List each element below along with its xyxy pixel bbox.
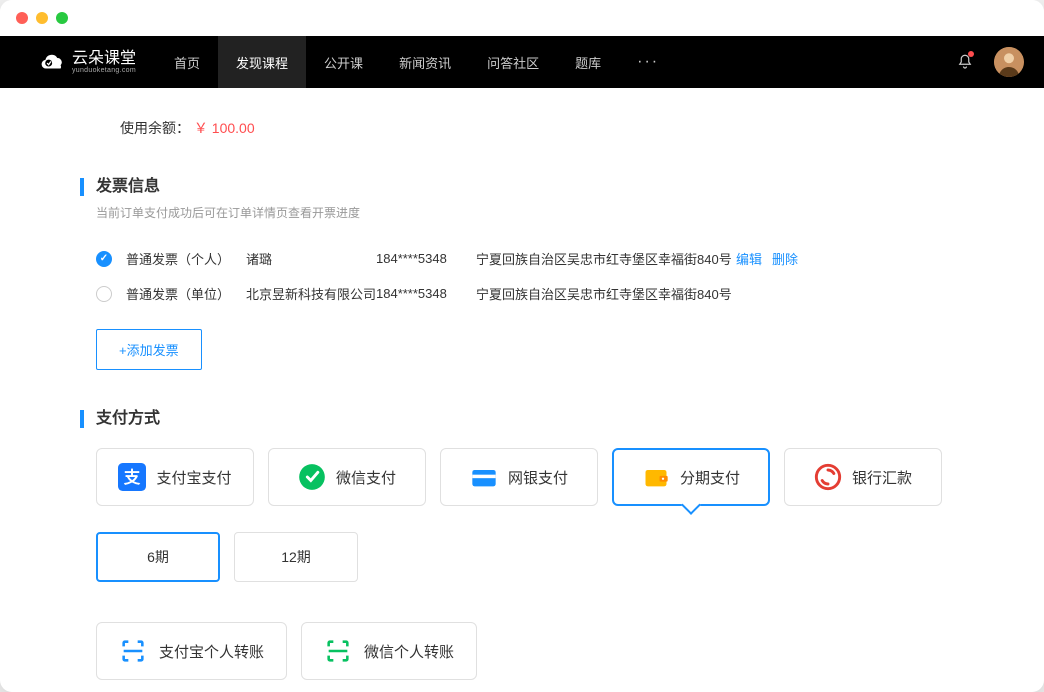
- personal-transfers: 支付宝个人转账 微信个人转账: [80, 622, 964, 680]
- section-invoice-title: 发票信息: [80, 178, 964, 196]
- navbar: 云朵课堂 yunduoketang.com 首页 发现课程 公开课 新闻资讯 问…: [0, 36, 1044, 88]
- invoice-actions: 编辑 删除: [736, 249, 798, 268]
- period-12[interactable]: 12期: [234, 532, 358, 582]
- invoice-row-company: 普通发票（单位） 北京昱新科技有限公司 184****5348 宁夏回族自治区吴…: [80, 276, 964, 311]
- invoice-name: 诸璐: [246, 249, 376, 268]
- invoice-radio[interactable]: [96, 251, 112, 267]
- nav-more-icon[interactable]: ···: [619, 36, 677, 88]
- section-payment-title: 支付方式: [80, 410, 964, 428]
- nav-item-discover[interactable]: 发现课程: [218, 36, 306, 88]
- nav-item-qa[interactable]: 问答社区: [469, 36, 557, 88]
- add-invoice-button[interactable]: +添加发票: [96, 329, 202, 370]
- transfer-alipay[interactable]: 支付宝个人转账: [96, 622, 287, 680]
- invoice-type: 普通发票（个人）: [126, 249, 246, 268]
- logo[interactable]: 云朵课堂 yunduoketang.com: [40, 49, 136, 75]
- remit-icon: [814, 463, 842, 491]
- pay-label: 银行汇款: [852, 467, 912, 488]
- app-window: 云朵课堂 yunduoketang.com 首页 发现课程 公开课 新闻资讯 问…: [0, 0, 1044, 692]
- transfer-label: 支付宝个人转账: [159, 641, 264, 662]
- invoice-row-personal: 普通发票（个人） 诸璐 184****5348 宁夏回族自治区吴忠市红寺堡区幸福…: [80, 241, 964, 276]
- wallet-icon: [642, 463, 670, 491]
- pay-transfer[interactable]: 银行汇款: [784, 448, 942, 506]
- cloud-logo-icon: [40, 49, 66, 75]
- invoice-phone: 184****5348: [376, 251, 476, 266]
- bell-icon[interactable]: [956, 53, 974, 71]
- section-invoice-sub: 当前订单支付成功后可在订单详情页查看开票进度: [80, 204, 964, 221]
- nav-items: 首页 发现课程 公开课 新闻资讯 问答社区 题库 ···: [156, 36, 677, 88]
- nav-item-home[interactable]: 首页: [156, 36, 218, 88]
- invoice-radio[interactable]: [96, 286, 112, 302]
- balance-label: 使用余额：: [120, 120, 190, 136]
- svg-text:支: 支: [123, 468, 141, 487]
- titlebar: [0, 0, 1044, 36]
- payment-methods: 支 支付宝支付 微信支付 网银支付: [80, 448, 964, 506]
- invoice-name: 北京昱新科技有限公司: [246, 284, 376, 303]
- pay-label: 微信支付: [336, 467, 396, 488]
- pay-bank[interactable]: 网银支付: [440, 448, 598, 506]
- pay-label: 支付宝支付: [156, 467, 231, 488]
- avatar[interactable]: [994, 47, 1024, 77]
- nav-item-bank[interactable]: 题库: [557, 36, 619, 88]
- window-close-icon[interactable]: [16, 12, 28, 24]
- window-minimize-icon[interactable]: [36, 12, 48, 24]
- pay-alipay[interactable]: 支 支付宝支付: [96, 448, 254, 506]
- invoice-phone: 184****5348: [376, 286, 476, 301]
- balance-row: 使用余额： ￥ 100.00: [80, 108, 964, 148]
- wechat-icon: [298, 463, 326, 491]
- logo-sub: yunduoketang.com: [72, 67, 136, 74]
- pay-installment[interactable]: 分期支付: [612, 448, 770, 506]
- invoice-addr: 宁夏回族自治区吴忠市红寺堡区幸福街840号: [476, 284, 736, 303]
- invoice-addr: 宁夏回族自治区吴忠市红寺堡区幸福街840号: [476, 249, 736, 268]
- scan-green-icon: [324, 637, 352, 665]
- alipay-icon: 支: [118, 463, 146, 491]
- period-6[interactable]: 6期: [96, 532, 220, 582]
- window-maximize-icon[interactable]: [56, 12, 68, 24]
- nav-item-open[interactable]: 公开课: [306, 36, 381, 88]
- transfer-wechat[interactable]: 微信个人转账: [301, 622, 477, 680]
- logo-text: 云朵课堂: [72, 51, 136, 67]
- nav-item-news[interactable]: 新闻资讯: [381, 36, 469, 88]
- balance-value: ￥ 100.00: [194, 120, 255, 136]
- pay-wechat[interactable]: 微信支付: [268, 448, 426, 506]
- content: 使用余额： ￥ 100.00 发票信息 当前订单支付成功后可在订单详情页查看开票…: [0, 88, 1044, 692]
- pay-label: 分期支付: [680, 467, 740, 488]
- invoice-edit-link[interactable]: 编辑: [736, 249, 762, 268]
- invoice-type: 普通发票（单位）: [126, 284, 246, 303]
- scan-blue-icon: [119, 637, 147, 665]
- installment-periods: 6期 12期: [80, 532, 964, 582]
- bank-icon: [470, 463, 498, 491]
- pay-label: 网银支付: [508, 467, 568, 488]
- transfer-label: 微信个人转账: [364, 641, 454, 662]
- invoice-delete-link[interactable]: 删除: [772, 249, 798, 268]
